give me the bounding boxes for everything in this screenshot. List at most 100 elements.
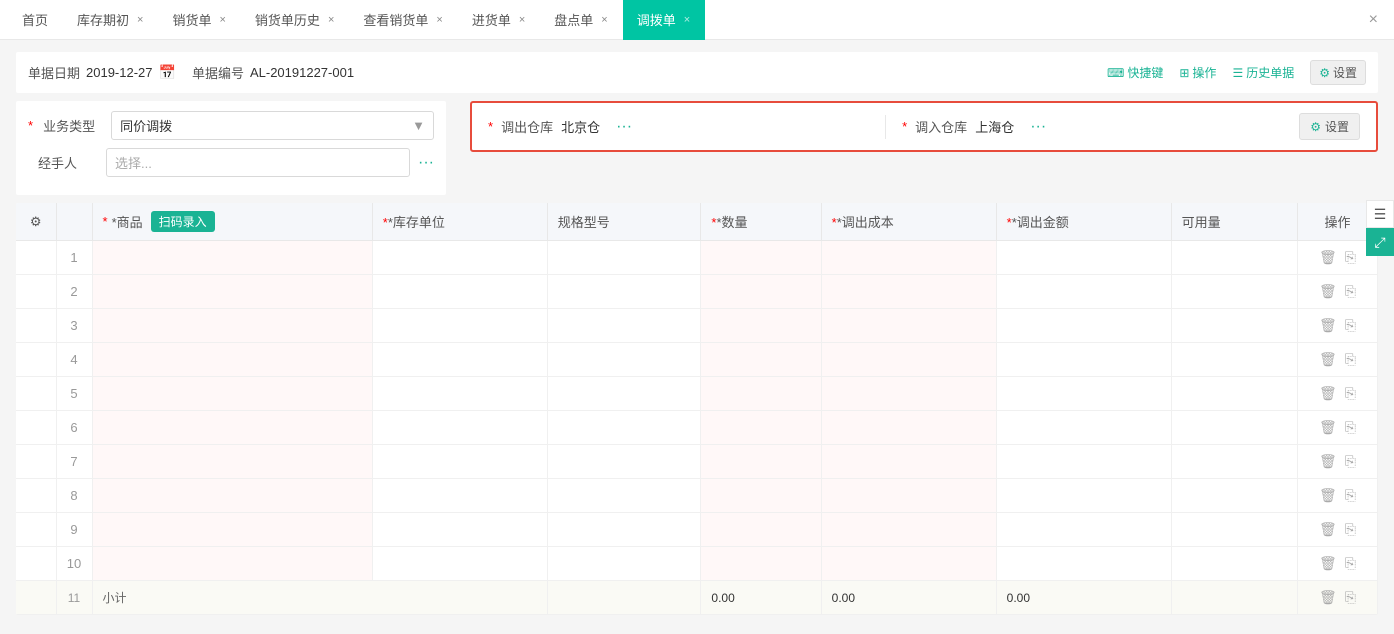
wh-settings-button[interactable]: ⚙ 设置 — [1299, 113, 1360, 140]
row-product-cell[interactable] — [92, 445, 372, 479]
row-cost-cell[interactable] — [821, 547, 996, 581]
delete-row-btn[interactable]: 🗑 — [1319, 249, 1337, 266]
row-qty-cell[interactable] — [701, 377, 821, 411]
row-cost-cell[interactable] — [821, 275, 996, 309]
copy-row-btn[interactable]: ⎘ — [1345, 419, 1356, 436]
row-cost-cell[interactable] — [821, 513, 996, 547]
settings-button[interactable]: ⚙ 设置 — [1310, 60, 1366, 85]
row-available-cell — [1171, 377, 1297, 411]
row-cost-cell[interactable] — [821, 445, 996, 479]
copy-row-btn[interactable]: ⎘ — [1345, 317, 1356, 334]
handler-select[interactable]: 选择... — [106, 148, 410, 177]
row-product-cell[interactable] — [92, 377, 372, 411]
delete-row-btn[interactable]: 🗑 — [1319, 589, 1337, 606]
handler-more-btn[interactable]: ··· — [418, 154, 434, 172]
row-product-cell[interactable] — [92, 275, 372, 309]
delete-row-btn[interactable]: 🗑 — [1319, 521, 1337, 538]
tab-transfer-order-close[interactable]: × — [684, 14, 690, 26]
copy-row-btn[interactable]: ⎘ — [1345, 385, 1356, 402]
row-qty-cell[interactable] — [701, 241, 821, 275]
delete-row-btn[interactable]: 🗑 — [1319, 453, 1337, 470]
row-qty-cell[interactable] — [701, 411, 821, 445]
handler-row: 经手人 选择... ··· — [28, 148, 434, 177]
table-header-row: ⚙ * *商品 扫码录入 **库存单位 规格型号 — [16, 203, 1378, 241]
business-type-select[interactable]: 同价调拨 ▼ — [111, 111, 434, 140]
delete-row-btn[interactable]: 🗑 — [1319, 385, 1337, 402]
row-cost-cell[interactable] — [821, 343, 996, 377]
row-product-cell[interactable] — [92, 309, 372, 343]
copy-row-btn[interactable]: ⎘ — [1345, 453, 1356, 470]
tab-sales-history[interactable]: 销货单历史 × — [241, 0, 349, 40]
row-cost-cell[interactable] — [821, 479, 996, 513]
delete-row-btn[interactable]: 🗑 — [1319, 351, 1337, 368]
th-gear[interactable]: ⚙ — [16, 203, 56, 241]
subtotal-num-cell: 11 — [56, 581, 92, 615]
copy-row-btn[interactable]: ⎘ — [1345, 283, 1356, 300]
tab-purchase-order[interactable]: 进货单 × — [458, 0, 540, 40]
operations-btn[interactable]: ⊞ 操作 — [1179, 64, 1216, 81]
row-unit-cell — [372, 547, 547, 581]
tab-home-label: 首页 — [22, 10, 48, 29]
tab-inventory-init[interactable]: 库存期初 × — [63, 0, 158, 40]
delete-row-btn[interactable]: 🗑 — [1319, 283, 1337, 300]
row-cost-cell[interactable] — [821, 411, 996, 445]
row-qty-cell[interactable] — [701, 343, 821, 377]
history-btn[interactable]: ☰ 历史单据 — [1232, 64, 1294, 81]
delete-row-btn[interactable]: 🗑 — [1319, 419, 1337, 436]
row-qty-cell[interactable] — [701, 479, 821, 513]
copy-row-btn[interactable]: ⎘ — [1345, 521, 1356, 538]
side-list-icon[interactable]: ☰ — [1366, 200, 1394, 228]
scan-barcode-button[interactable]: 扫码录入 — [151, 211, 215, 232]
shortcut-btn[interactable]: ⌨ 快捷键 — [1107, 64, 1163, 81]
table-row: 3 🗑 ⎘ — [16, 309, 1378, 343]
tab-sales-order[interactable]: 销货单 × — [158, 0, 240, 40]
row-product-cell[interactable] — [92, 547, 372, 581]
tab-view-sales[interactable]: 查看销货单 × — [349, 0, 457, 40]
row-qty-cell[interactable] — [701, 445, 821, 479]
tab-home[interactable]: 首页 — [8, 0, 63, 40]
row-cost-cell[interactable] — [821, 377, 996, 411]
copy-row-btn[interactable]: ⎘ — [1345, 249, 1356, 266]
row-product-cell[interactable] — [92, 513, 372, 547]
row-unit-cell — [372, 241, 547, 275]
shortcut-label: 快捷键 — [1127, 64, 1163, 81]
calendar-icon[interactable]: 📅 — [159, 64, 176, 81]
close-all-tabs[interactable]: × — [1361, 11, 1386, 29]
tab-sales-history-close[interactable]: × — [328, 14, 334, 26]
tab-transfer-order[interactable]: 调拨单 × — [623, 0, 705, 40]
row-cost-cell[interactable] — [821, 309, 996, 343]
row-product-cell[interactable] — [92, 343, 372, 377]
gear-settings-icon[interactable]: ⚙ — [30, 214, 42, 229]
row-product-cell[interactable] — [92, 411, 372, 445]
tab-purchase-order-close[interactable]: × — [519, 14, 525, 26]
tab-inventory-init-close[interactable]: × — [137, 14, 143, 26]
wh-in-more-btn[interactable]: ··· — [1030, 118, 1046, 136]
row-product-cell[interactable] — [92, 479, 372, 513]
delete-row-btn[interactable]: 🗑 — [1319, 555, 1337, 572]
row-product-cell[interactable] — [92, 241, 372, 275]
row-qty-cell[interactable] — [701, 547, 821, 581]
row-cost-cell[interactable] — [821, 241, 996, 275]
tab-inventory-count[interactable]: 盘点单 × — [540, 0, 622, 40]
row-qty-cell[interactable] — [701, 513, 821, 547]
wh-out-more-btn[interactable]: ··· — [616, 118, 632, 136]
delete-row-btn[interactable]: 🗑 — [1319, 487, 1337, 504]
row-num-cell: 9 — [56, 513, 92, 547]
row-ops-cell: 🗑 ⎘ — [1298, 377, 1378, 411]
warehouse-panel: * 调出仓库 北京仓 ··· * 调入仓库 上海仓 ··· ⚙ 设置 — [470, 101, 1378, 152]
row-qty-cell[interactable] — [701, 275, 821, 309]
row-amount-cell — [996, 547, 1171, 581]
copy-row-btn[interactable]: ⎘ — [1345, 555, 1356, 572]
tab-inventory-count-close[interactable]: × — [601, 14, 607, 26]
tab-view-sales-close[interactable]: × — [436, 14, 442, 26]
side-expand-icon[interactable]: ⤢ — [1366, 228, 1394, 256]
copy-row-btn[interactable]: ⎘ — [1345, 487, 1356, 504]
row-gear-cell — [16, 513, 56, 547]
copy-row-btn[interactable]: ⎘ — [1345, 351, 1356, 368]
copy-row-btn[interactable]: ⎘ — [1345, 589, 1356, 606]
row-gear-cell — [16, 241, 56, 275]
tab-sales-order-close[interactable]: × — [219, 14, 225, 26]
row-amount-cell — [996, 377, 1171, 411]
row-qty-cell[interactable] — [701, 309, 821, 343]
delete-row-btn[interactable]: 🗑 — [1319, 317, 1337, 334]
